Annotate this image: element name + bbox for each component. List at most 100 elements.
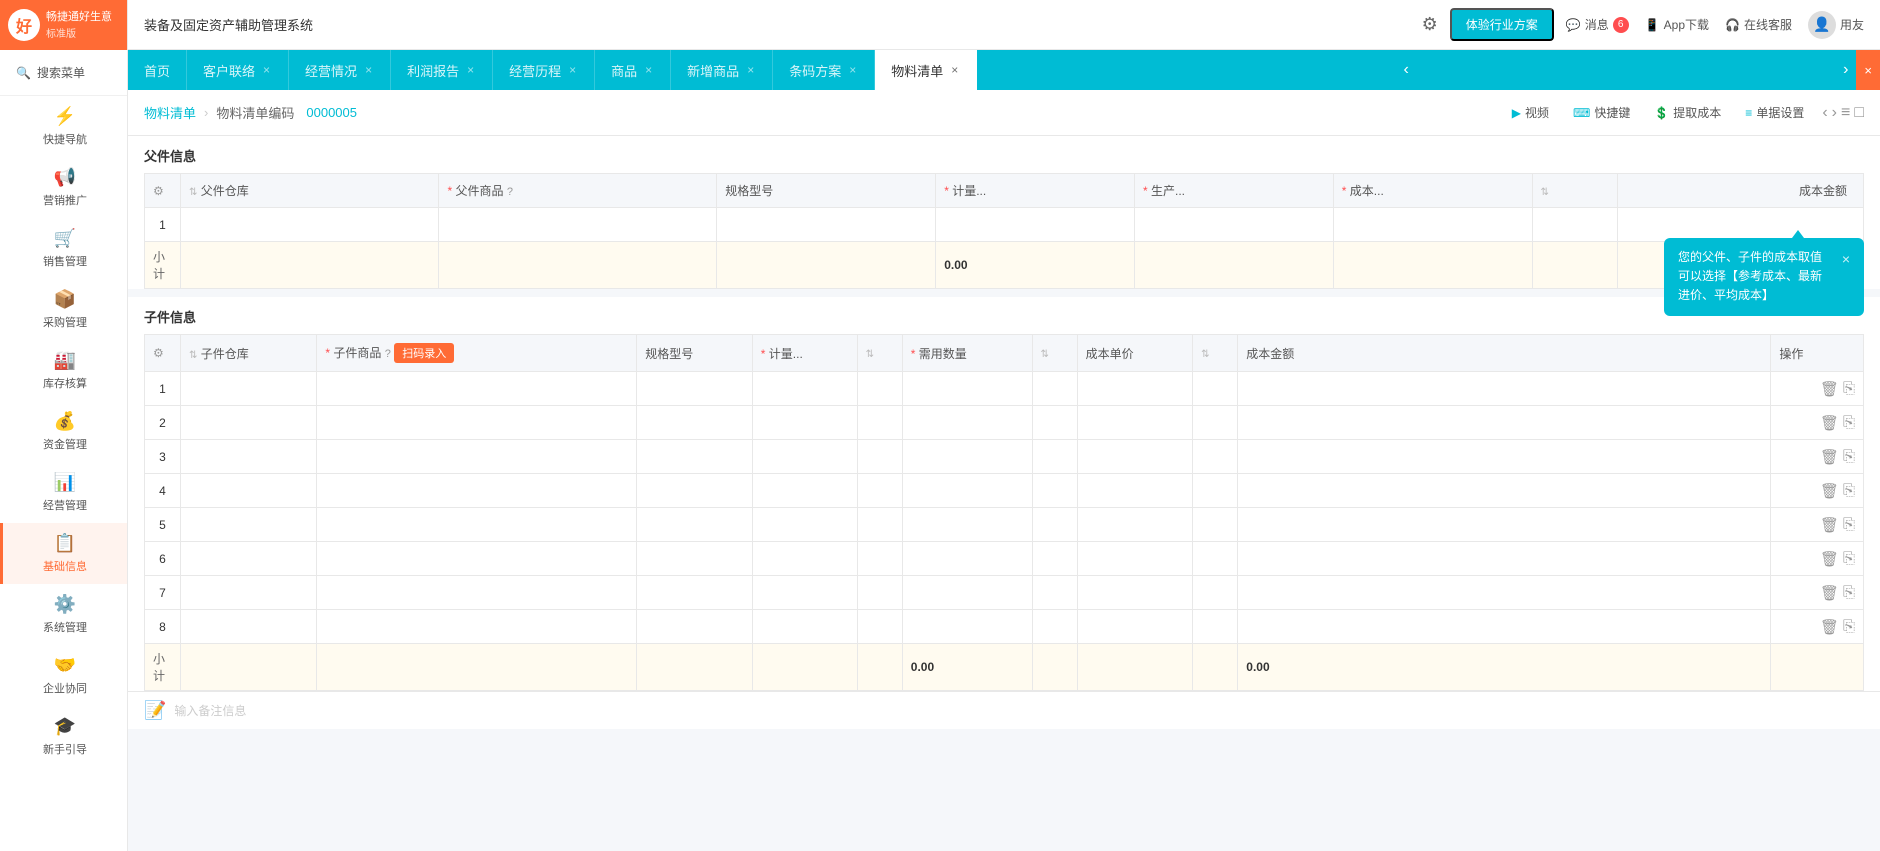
parent-settings-icon[interactable]: ⚙	[153, 184, 164, 198]
parent-cost-cell[interactable]	[1333, 208, 1532, 242]
tab-barcode[interactable]: 条码方案 ×	[773, 50, 875, 90]
child-required-qty-cell[interactable]	[902, 474, 1032, 508]
delete-icon[interactable]: 🗑	[1820, 448, 1839, 466]
child-unit-cost-cell[interactable]	[1077, 440, 1193, 474]
tab-customer[interactable]: 客户联络 ×	[187, 50, 289, 90]
tab-add-product[interactable]: 新增商品 ×	[671, 50, 773, 90]
child-spec-cell[interactable]	[637, 440, 753, 474]
breadcrumb-parent[interactable]: 物料清单	[144, 103, 196, 122]
copy-icon[interactable]: ⎘	[1843, 584, 1855, 601]
child-spec-cell[interactable]	[637, 508, 753, 542]
child-warehouse-cell[interactable]	[181, 542, 317, 576]
tab-barcode-close[interactable]: ×	[847, 61, 858, 79]
child-required-qty-cell[interactable]	[902, 542, 1032, 576]
child-unit-cell[interactable]	[752, 440, 857, 474]
parent-unit-cell[interactable]	[936, 208, 1135, 242]
sidebar-item-operations[interactable]: 📊 经营管理	[0, 462, 127, 523]
child-required-qty-cell[interactable]	[902, 372, 1032, 406]
tab-add-close[interactable]: ×	[745, 61, 756, 79]
scan-input-button[interactable]: 扫码录入	[394, 343, 454, 363]
page-nav-close[interactable]: □	[1854, 104, 1864, 122]
user-menu-button[interactable]: 👤 用友	[1808, 11, 1864, 39]
child-unit-cell[interactable]	[752, 406, 857, 440]
delete-icon[interactable]: 🗑	[1820, 380, 1839, 398]
sidebar-item-quick-nav[interactable]: ⚡ 快捷导航	[0, 96, 127, 157]
parent-product-cell[interactable]	[439, 208, 717, 242]
child-unit-cost-cell[interactable]	[1077, 406, 1193, 440]
parent-production-cell[interactable]	[1134, 208, 1333, 242]
child-unit-cost-cell[interactable]	[1077, 576, 1193, 610]
settings-icon[interactable]: ⚙	[1422, 14, 1438, 35]
child-unit-cell[interactable]	[752, 576, 857, 610]
child-warehouse-cell[interactable]	[181, 440, 317, 474]
note-placeholder[interactable]: 输入备注信息	[174, 702, 246, 719]
tab-close-all[interactable]: ×	[1856, 50, 1880, 90]
app-download-button[interactable]: 📱 App下载	[1645, 16, 1709, 33]
page-nav-next[interactable]: ›	[1832, 104, 1837, 122]
delete-icon[interactable]: 🗑	[1820, 584, 1839, 602]
child-warehouse-cell[interactable]	[181, 372, 317, 406]
search-menu-button[interactable]: 🔍 搜索菜单	[8, 58, 119, 87]
child-unit-cell[interactable]	[752, 610, 857, 644]
page-nav-list[interactable]: ≡	[1841, 104, 1850, 122]
child-required-qty-cell[interactable]	[902, 406, 1032, 440]
child-product-cell[interactable]	[317, 406, 637, 440]
tab-ops-close[interactable]: ×	[363, 61, 374, 79]
toolbar-setting-btn[interactable]: ≡ 单据设置	[1739, 100, 1810, 125]
page-nav-prev[interactable]: ‹	[1822, 104, 1827, 122]
tab-product-close[interactable]: ×	[643, 61, 654, 79]
child-warehouse-cell[interactable]	[181, 406, 317, 440]
child-product-cell[interactable]	[317, 576, 637, 610]
delete-icon[interactable]: 🗑	[1820, 618, 1839, 636]
child-spec-cell[interactable]	[637, 542, 753, 576]
tab-profit-close[interactable]: ×	[465, 61, 476, 79]
online-service-button[interactable]: 🎧 在线客服	[1725, 16, 1792, 33]
tab-bom-list[interactable]: 物料清单 ×	[875, 50, 977, 90]
child-warehouse-cell[interactable]	[181, 576, 317, 610]
toolbar-video-btn[interactable]: ▶ 视频	[1506, 100, 1555, 125]
delete-icon[interactable]: 🗑	[1820, 516, 1839, 534]
toolbar-shortcut-btn[interactable]: ⌨ 快捷键	[1567, 100, 1636, 125]
child-warehouse-cell[interactable]	[181, 474, 317, 508]
child-product-cell[interactable]	[317, 610, 637, 644]
child-product-cell[interactable]	[317, 542, 637, 576]
sidebar-item-enterprise[interactable]: 🤝 企业协同	[0, 645, 127, 706]
tab-scroll-right[interactable]: ›	[1835, 50, 1856, 90]
child-unit-cost-cell[interactable]	[1077, 372, 1193, 406]
child-spec-cell[interactable]	[637, 406, 753, 440]
child-warehouse-cell[interactable]	[181, 508, 317, 542]
child-product-cell[interactable]	[317, 372, 637, 406]
sidebar-item-guide[interactable]: 🎓 新手引导	[0, 706, 127, 767]
child-product-cell[interactable]	[317, 474, 637, 508]
tab-profit-report[interactable]: 利润报告 ×	[391, 50, 493, 90]
tab-operations-status[interactable]: 经营情况 ×	[289, 50, 391, 90]
delete-icon[interactable]: 🗑	[1820, 482, 1839, 500]
parent-warehouse-cell[interactable]	[181, 208, 439, 242]
child-required-qty-cell[interactable]	[902, 440, 1032, 474]
child-unit-cost-cell[interactable]	[1077, 542, 1193, 576]
child-spec-cell[interactable]	[637, 474, 753, 508]
copy-icon[interactable]: ⎘	[1843, 380, 1855, 397]
delete-icon[interactable]: 🗑	[1820, 414, 1839, 432]
child-unit-cell[interactable]	[752, 542, 857, 576]
tab-customer-close[interactable]: ×	[261, 61, 272, 79]
child-spec-cell[interactable]	[637, 610, 753, 644]
child-product-cell[interactable]	[317, 440, 637, 474]
sidebar-item-finance[interactable]: 💰 资金管理	[0, 401, 127, 462]
tab-product[interactable]: 商品 ×	[595, 50, 671, 90]
child-unit-cost-cell[interactable]	[1077, 610, 1193, 644]
child-unit-cell[interactable]	[752, 474, 857, 508]
sidebar-item-system[interactable]: ⚙️ 系统管理	[0, 584, 127, 645]
tab-scroll-left[interactable]: ‹	[1396, 50, 1417, 90]
tooltip-close-btn[interactable]: ×	[1842, 248, 1850, 270]
child-product-cell[interactable]	[317, 508, 637, 542]
toolbar-cost-btn[interactable]: 💲 提取成本	[1648, 100, 1727, 125]
copy-icon[interactable]: ⎘	[1843, 448, 1855, 465]
child-spec-cell[interactable]	[637, 576, 753, 610]
child-required-qty-cell[interactable]	[902, 576, 1032, 610]
sidebar-item-marketing[interactable]: 📢 营销推广	[0, 157, 127, 218]
tab-bom-close[interactable]: ×	[949, 61, 960, 79]
child-unit-cell[interactable]	[752, 372, 857, 406]
child-unit-cost-cell[interactable]	[1077, 508, 1193, 542]
parent-spec-cell[interactable]	[717, 208, 936, 242]
